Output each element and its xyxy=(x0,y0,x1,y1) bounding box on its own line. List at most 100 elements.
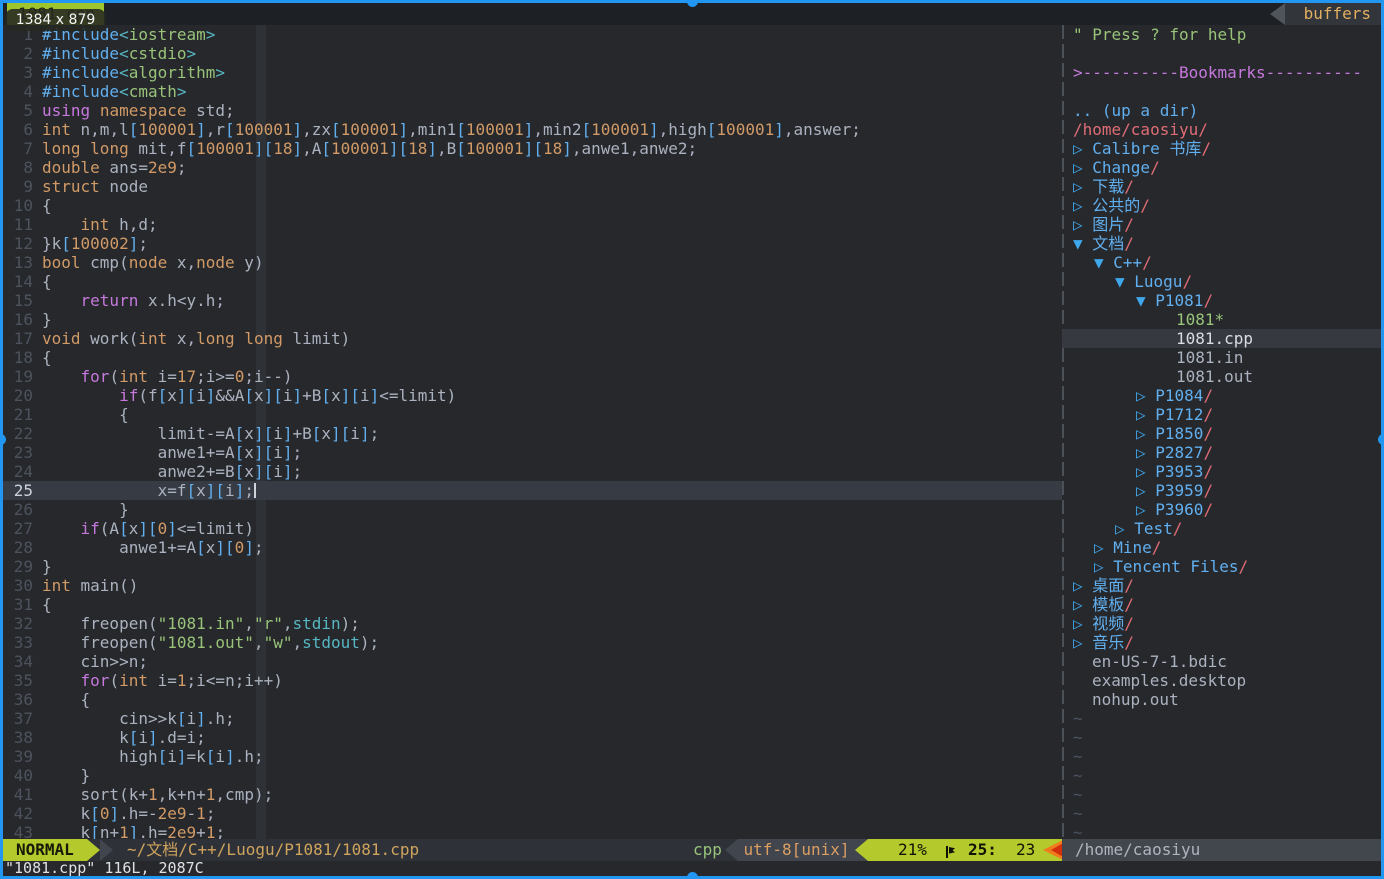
code-window[interactable]: 1#include<iostream>2#include<cstdio>3#in… xyxy=(3,25,1062,839)
folder-closed-icon[interactable]: ▷ xyxy=(1094,538,1113,557)
selection-handle-bottom[interactable] xyxy=(687,872,698,879)
code-line[interactable]: 28 anwe1+=A[x][0]; xyxy=(3,538,1062,557)
tree-row[interactable]: ▼ 文档/ xyxy=(1062,234,1381,253)
code-line[interactable]: 42 k[0].h=-2e9-1; xyxy=(3,804,1062,823)
code-line[interactable]: 4#include<cmath> xyxy=(3,82,1062,101)
code-line[interactable]: 27 if(A[x][0]<=limit) xyxy=(3,519,1062,538)
folder-closed-icon[interactable]: ▷ xyxy=(1136,443,1155,462)
code-line[interactable]: 43 k[n+1].h=2e9+1; xyxy=(3,823,1062,839)
folder-open-icon[interactable]: ▼ xyxy=(1094,253,1113,272)
code-line[interactable]: 12}k[100002]; xyxy=(3,234,1062,253)
code-line[interactable]: 11 int h,d; xyxy=(3,215,1062,234)
tree-row[interactable]: ▷ P1712/ xyxy=(1062,405,1381,424)
code-line[interactable]: 35 for(int i=1;i<=n;i++) xyxy=(3,671,1062,690)
tree-row[interactable]: ▷ 模板/ xyxy=(1062,595,1381,614)
tree-row[interactable]: ▷ 桌面/ xyxy=(1062,576,1381,595)
folder-open-icon[interactable]: ▼ xyxy=(1136,291,1155,310)
tree-row[interactable]: ~ xyxy=(1062,823,1381,839)
folder-closed-icon[interactable]: ▷ xyxy=(1136,405,1155,424)
tree-row[interactable]: ▼ C++/ xyxy=(1062,253,1381,272)
folder-closed-icon[interactable]: ▷ xyxy=(1136,462,1155,481)
file-tree-window[interactable]: " Press ? for help >----------Bookmarks--… xyxy=(1062,25,1381,839)
code-line[interactable]: 3#include<algorithm> xyxy=(3,63,1062,82)
code-line[interactable]: 7long long mit,f[100001][18],A[100001][1… xyxy=(3,139,1062,158)
code-line[interactable]: 2#include<cstdio> xyxy=(3,44,1062,63)
code-line[interactable]: 19 for(int i=17;i>=0;i--) xyxy=(3,367,1062,386)
tree-row[interactable]: ▷ 视频/ xyxy=(1062,614,1381,633)
folder-closed-icon[interactable]: ▷ xyxy=(1073,633,1092,652)
code-line[interactable]: 34 cin>>n; xyxy=(3,652,1062,671)
folder-closed-icon[interactable]: ▷ xyxy=(1073,196,1092,215)
code-line[interactable]: 36 { xyxy=(3,690,1062,709)
code-line[interactable]: 16} xyxy=(3,310,1062,329)
folder-closed-icon[interactable]: ▷ xyxy=(1073,595,1092,614)
buffers-label[interactable]: buffers xyxy=(1285,3,1381,25)
tree-row[interactable]: ▼ Luogu/ xyxy=(1062,272,1381,291)
code-line[interactable]: 6int n,m,l[100001],r[100001],zx[100001],… xyxy=(3,120,1062,139)
code-line[interactable]: 8double ans=2e9; xyxy=(3,158,1062,177)
code-line[interactable]: 22 limit-=A[x][i]+B[x][i]; xyxy=(3,424,1062,443)
tree-row[interactable]: ▷ 公共的/ xyxy=(1062,196,1381,215)
tree-row[interactable]: 1081* xyxy=(1062,310,1381,329)
code-line[interactable]: 13bool cmp(node x,node y) xyxy=(3,253,1062,272)
code-line[interactable]: 10{ xyxy=(3,196,1062,215)
code-line[interactable]: 38 k[i].d=i; xyxy=(3,728,1062,747)
tree-row[interactable]: /home/caosiyu/ xyxy=(1062,120,1381,139)
code-line[interactable]: 39 high[i]=k[i].h; xyxy=(3,747,1062,766)
folder-closed-icon[interactable]: ▷ xyxy=(1073,614,1092,633)
code-line[interactable]: 23 anwe1+=A[x][i]; xyxy=(3,443,1062,462)
tree-row[interactable]: ~ xyxy=(1062,728,1381,747)
tree-row[interactable]: ▷ P2827/ xyxy=(1062,443,1381,462)
code-line[interactable]: 15 return x.h<y.h; xyxy=(3,291,1062,310)
code-line[interactable]: 33 freopen("1081.out","w",stdout); xyxy=(3,633,1062,652)
code-line[interactable]: 20 if(f[x][i]&&A[x][i]+B[x][i]<=limit) xyxy=(3,386,1062,405)
folder-open-icon[interactable]: ▼ xyxy=(1073,234,1092,253)
folder-closed-icon[interactable]: ▷ xyxy=(1073,158,1092,177)
code-line[interactable]: 26 } xyxy=(3,500,1062,519)
code-line[interactable]: 30int main() xyxy=(3,576,1062,595)
tree-row[interactable] xyxy=(1062,44,1381,63)
tree-row[interactable] xyxy=(1062,82,1381,101)
tree-row[interactable]: en-US-7-1.bdic xyxy=(1062,652,1381,671)
code-line[interactable]: 5using namespace std; xyxy=(3,101,1062,120)
folder-closed-icon[interactable]: ▷ xyxy=(1073,576,1092,595)
folder-closed-icon[interactable]: ▷ xyxy=(1073,215,1092,234)
tree-row[interactable]: ~ xyxy=(1062,804,1381,823)
tree-row[interactable]: ▷ Tencent Files/ xyxy=(1062,557,1381,576)
code-line[interactable]: 17void work(int x,long long limit) xyxy=(3,329,1062,348)
tree-row[interactable]: ▷ Change/ xyxy=(1062,158,1381,177)
code-line[interactable]: 1#include<iostream> xyxy=(3,25,1062,44)
code-line[interactable]: 24 anwe2+=B[x][i]; xyxy=(3,462,1062,481)
tree-row[interactable]: >----------Bookmarks---------- xyxy=(1062,63,1381,82)
folder-closed-icon[interactable]: ▷ xyxy=(1073,139,1092,158)
tree-row[interactable]: ▼ P1081/ xyxy=(1062,291,1381,310)
folder-closed-icon[interactable]: ▷ xyxy=(1136,386,1155,405)
code-line[interactable]: 14{ xyxy=(3,272,1062,291)
code-line[interactable]: 31{ xyxy=(3,595,1062,614)
tree-row[interactable]: ▷ 下载/ xyxy=(1062,177,1381,196)
code-line[interactable]: 37 cin>>k[i].h; xyxy=(3,709,1062,728)
code-line[interactable]: 18{ xyxy=(3,348,1062,367)
tree-row[interactable]: .. (up a dir) xyxy=(1062,101,1381,120)
code-line[interactable]: 21 { xyxy=(3,405,1062,424)
folder-closed-icon[interactable]: ▷ xyxy=(1136,424,1155,443)
tree-row[interactable]: ▷ 音乐/ xyxy=(1062,633,1381,652)
tree-row[interactable]: ~ xyxy=(1062,785,1381,804)
tree-row[interactable]: 1081.out xyxy=(1062,367,1381,386)
code-line[interactable]: 32 freopen("1081.in","r",stdin); xyxy=(3,614,1062,633)
selection-handle-right[interactable] xyxy=(1378,434,1384,445)
tree-row[interactable]: ▷ Mine/ xyxy=(1062,538,1381,557)
tree-row[interactable]: ~ xyxy=(1062,766,1381,785)
folder-open-icon[interactable]: ▼ xyxy=(1115,272,1134,291)
tree-row[interactable]: ▷ P1084/ xyxy=(1062,386,1381,405)
code-line[interactable]: 9struct node xyxy=(3,177,1062,196)
tree-row-selected[interactable]: 1081.cpp xyxy=(1062,329,1381,348)
folder-closed-icon[interactable]: ▷ xyxy=(1136,481,1155,500)
tree-row[interactable]: ▷ P3960/ xyxy=(1062,500,1381,519)
code-line[interactable]: 29} xyxy=(3,557,1062,576)
folder-closed-icon[interactable]: ▷ xyxy=(1136,500,1155,519)
tree-row[interactable]: ~ xyxy=(1062,709,1381,728)
folder-closed-icon[interactable]: ▷ xyxy=(1094,557,1113,576)
tree-row[interactable]: " Press ? for help xyxy=(1062,25,1381,44)
code-line[interactable]: 25 x=f[x][i]; xyxy=(3,481,1062,500)
